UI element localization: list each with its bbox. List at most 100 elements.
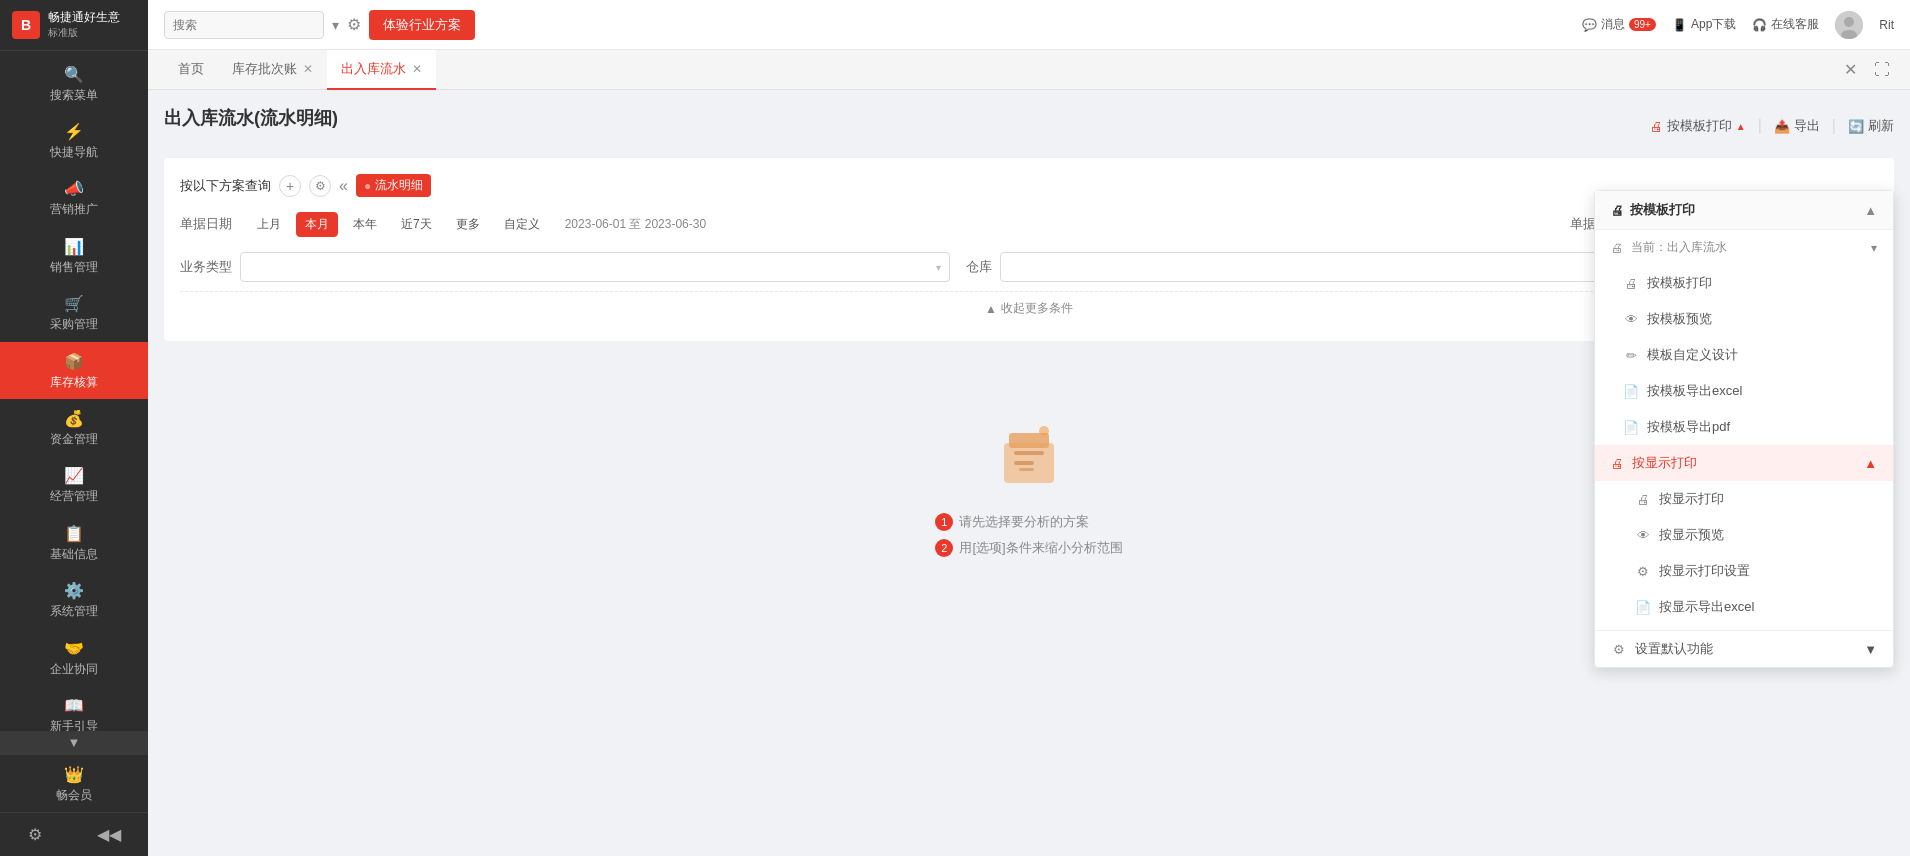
collapse-sidebar-icon[interactable]: ◀◀ [97,825,121,844]
template-custom-label: 模板自定义设计 [1647,346,1738,364]
dropdown-template-preview[interactable]: 👁 按模板预览 [1595,301,1893,337]
dropdown-template-export-pdf[interactable]: 📄 按模板导出pdf [1595,409,1893,445]
date-btn-current-month[interactable]: 本月 [296,212,338,237]
sidebar-item-marketing[interactable]: 📣 营销推广 [0,169,148,226]
app-download-icon: 📱 [1672,18,1687,32]
empty-illustration [989,413,1069,493]
tip-num-1: 1 [935,513,953,531]
display-excel-icon: 📄 [1635,599,1651,615]
dropdown-template-export-excel[interactable]: 📄 按模板导出excel [1595,373,1893,409]
date-btn-custom[interactable]: 自定义 [495,212,549,237]
sidebar-label-business: 经营管理 [50,489,98,503]
export-label: 导出 [1794,117,1820,135]
business-type-input[interactable]: ▾ [240,252,950,282]
filter-add-btn[interactable]: + [279,175,301,197]
dropdown-display-export-excel[interactable]: 📄 按显示导出excel [1595,589,1893,625]
warehouse-label: 仓库 [966,258,992,276]
sidebar-item-member[interactable]: 👑 畅会员 [0,755,148,812]
settings-bottom-icon[interactable]: ⚙ [28,825,42,844]
tab-home-label: 首页 [178,60,204,78]
filter-settings-btn[interactable]: ⚙ [309,175,331,197]
dropdown-header-arrow[interactable]: ▲ [1864,203,1877,218]
dropdown-current-item[interactable]: 🖨 当前：出入库流水 ▾ [1595,230,1893,265]
tab-inout-flow[interactable]: 出入库流水 ✕ [327,50,436,90]
dropdown-display-section-header[interactable]: 🖨 按显示打印 ▲ [1595,445,1893,481]
app-download-btn[interactable]: 📱 App下载 [1672,16,1736,33]
sidebar-item-quick-nav[interactable]: ⚡ 快捷导航 [0,112,148,169]
top-header-right: 💬 消息 99+ 📱 App下载 🎧 在线客服 Rit [1582,11,1894,39]
message-btn[interactable]: 💬 消息 99+ [1582,16,1656,33]
export-btn[interactable]: 📤 导出 [1774,117,1820,135]
sidebar-item-inventory[interactable]: 📦 库存核算 [0,342,148,399]
sidebar-label-marketing: 营销推广 [50,202,98,216]
page-header-right: 🖨 按模板打印 ▲ | 📤 导出 | 🔄 刷新 [1650,117,1894,135]
business-icon: 📈 [64,466,84,485]
tab-batch-account-close[interactable]: ✕ [303,62,313,76]
template-preview-label: 按模板预览 [1647,310,1712,328]
tip-text-1: 请先选择要分析的方案 [959,509,1089,535]
industry-btn[interactable]: 体验行业方案 [369,10,475,40]
tab-home[interactable]: 首页 [164,50,218,90]
sidebar-label-inventory: 库存核算 [50,375,98,389]
print-template-arrow: ▲ [1736,121,1746,132]
tab-batch-account[interactable]: 库存批次账 ✕ [218,50,327,90]
dropdown-display-preview[interactable]: 👁 按显示预览 [1595,517,1893,553]
template-preview-icon: 👁 [1623,311,1639,327]
user-avatar[interactable] [1835,11,1863,39]
header-gear-icon[interactable]: ⚙ [347,15,361,34]
sidebar-logo: B 畅捷通好生意 标准版 [0,0,148,51]
tab-expand-btn[interactable]: ⛶ [1870,58,1894,82]
filter-tag[interactable]: ● 流水明细 [356,174,431,197]
page-title: 出入库流水(流水明细) [164,106,338,130]
svg-point-8 [1039,426,1049,436]
online-service-btn[interactable]: 🎧 在线客服 [1752,16,1819,33]
dropdown-template-print[interactable]: 🖨 按模板打印 [1595,265,1893,301]
date-btn-last-month[interactable]: 上月 [248,212,290,237]
sidebar-scroll-down[interactable]: ▼ [0,731,148,755]
sidebar-item-guide[interactable]: 📖 新手引导 [0,686,148,731]
username-label[interactable]: Rit [1879,18,1894,32]
collapse-label: 收起更多条件 [1001,300,1073,317]
display-preview-icon: 👁 [1635,527,1651,543]
sidebar-item-basic-info[interactable]: 📋 基础信息 [0,514,148,571]
svg-rect-5 [1014,451,1044,455]
search-dropdown-icon[interactable]: ▾ [332,17,339,33]
dropdown-display-print[interactable]: 🖨 按显示打印 [1595,481,1893,517]
tab-bar-actions: ✕ ⛶ [1838,58,1894,82]
sidebar-item-finance[interactable]: 💰 资金管理 [0,399,148,456]
date-btn-more[interactable]: 更多 [447,212,489,237]
sidebar-item-business[interactable]: 📈 经营管理 [0,456,148,513]
template-print-label: 按模板打印 [1647,274,1712,292]
display-section-arrow: ▲ [1864,456,1877,471]
print-template-label: 按模板打印 [1667,117,1732,135]
date-btn-current-year[interactable]: 本年 [344,212,386,237]
logo-text: 畅捷通好生意 标准版 [48,10,120,40]
tab-inout-flow-close[interactable]: ✕ [412,62,422,76]
date-range-text: 2023-06-01 至 2023-06-30 [565,216,706,233]
sidebar-label-guide: 新手引导 [50,719,98,731]
dropdown-template-custom[interactable]: ✏ 模板自定义设计 [1595,337,1893,373]
dropdown-header-title: 🖨 按模板打印 [1611,201,1695,219]
sidebar-item-system[interactable]: ⚙️ 系统管理 [0,571,148,628]
sidebar-item-sales[interactable]: 📊 销售管理 [0,227,148,284]
purchase-icon: 🛒 [64,294,84,313]
date-btn-last-7[interactable]: 近7天 [392,212,441,237]
sidebar-item-search-menu[interactable]: 🔍 搜索菜单 [0,55,148,112]
print-template-btn[interactable]: 🖨 按模板打印 ▲ [1650,117,1746,135]
filter-gear-icon: ⚙ [315,179,326,193]
tab-close-btn[interactable]: ✕ [1838,58,1862,82]
refresh-btn[interactable]: 🔄 刷新 [1848,117,1894,135]
sidebar-label-basic-info: 基础信息 [50,547,98,561]
search-input[interactable] [164,11,324,39]
dropdown-display-settings[interactable]: ⚙ 按显示打印设置 [1595,553,1893,589]
filter-collapse-btn[interactable]: « [339,177,348,195]
logo-icon: B [12,11,40,39]
sidebar-item-cooperation[interactable]: 🤝 企业协同 [0,629,148,686]
guide-icon: 📖 [64,696,84,715]
dropdown-scroll: 🖨 当前：出入库流水 ▾ 🖨 按模板打印 👁 按模板预览 ✏ [1595,230,1893,630]
sidebar-item-purchase[interactable]: 🛒 采购管理 [0,284,148,341]
page-header: 出入库流水(流水明细) 🖨 按模板打印 ▲ | 📤 导出 | 🔄 [164,106,1894,146]
dropdown-set-default-btn[interactable]: ⚙ 设置默认功能 ▼ [1595,630,1893,667]
sales-icon: 📊 [64,237,84,256]
display-section-label: 按显示打印 [1632,454,1697,472]
